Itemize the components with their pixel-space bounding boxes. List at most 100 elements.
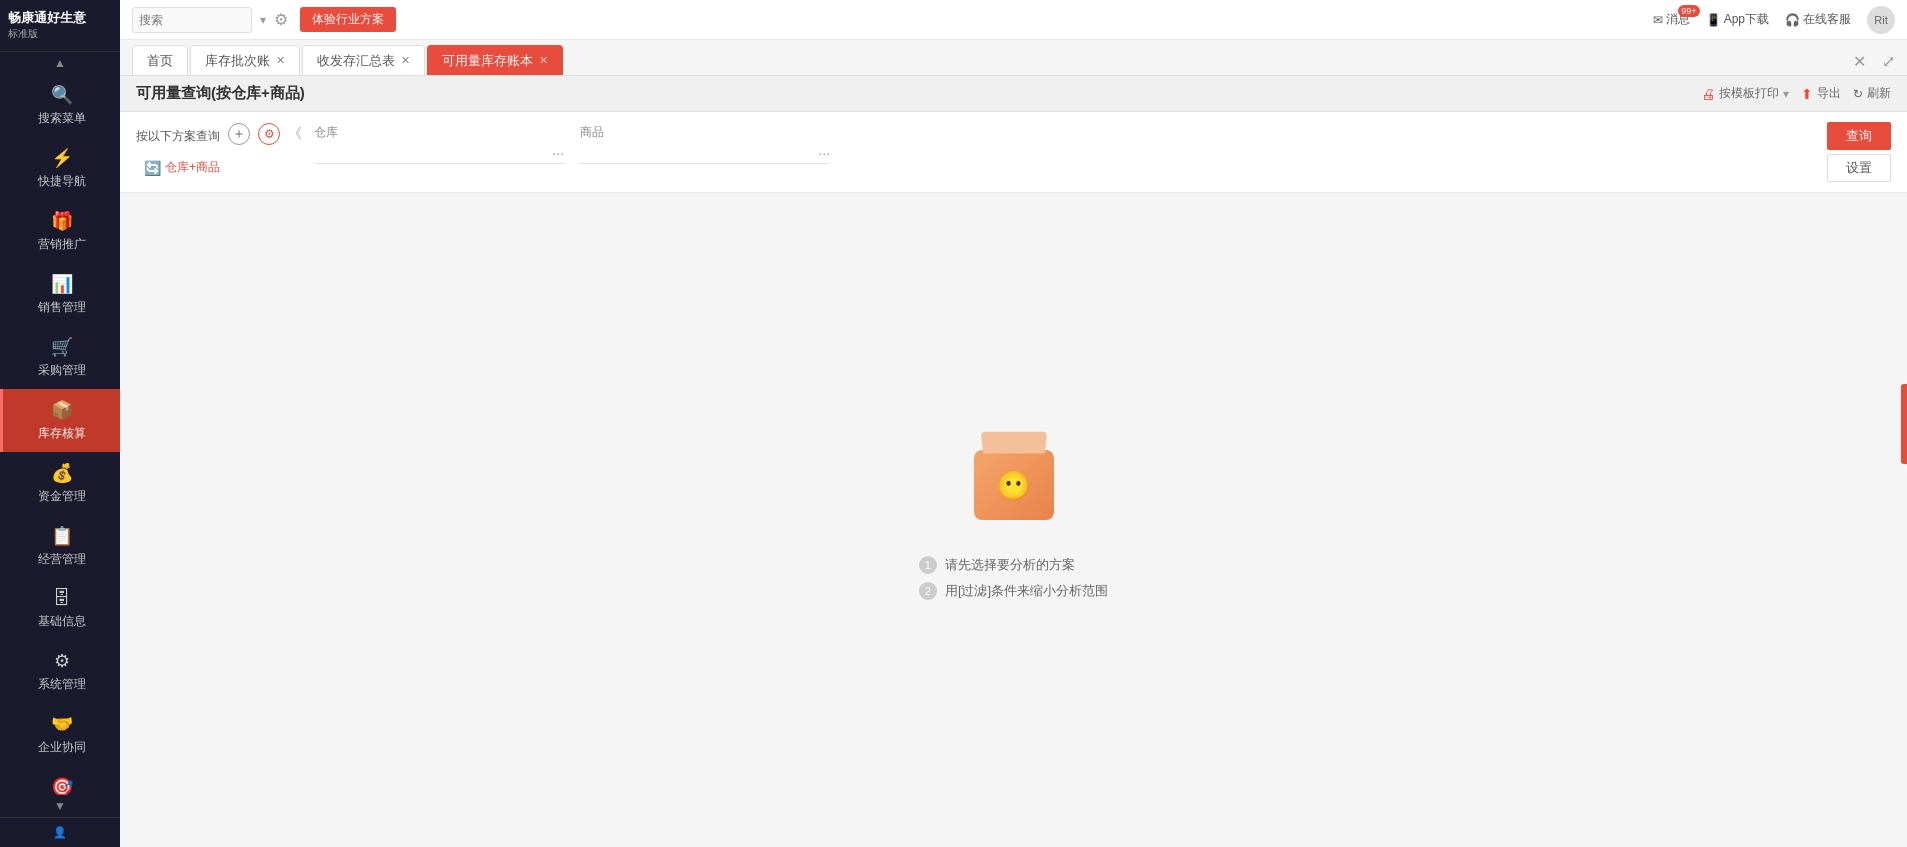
page-content: 可用量查询(按仓库+商品) 🖨 按模板打印 ▾ ⬆ 导出 ↻ 刷新 [120,76,1907,847]
hint-num-1: 1 [919,556,937,574]
tab-label-summary: 收发存汇总表 [317,52,395,70]
warehouse-input[interactable] [314,146,552,160]
tab-summary[interactable]: 收发存汇总表 ✕ [302,45,425,75]
sidebar-label-purchase: 采购管理 [38,362,86,379]
sidebar-item-finance[interactable]: 💰 资金管理 [0,452,120,515]
sidebar-icon-marketing: 🎁 [51,210,73,232]
template-print-label: 按模板打印 [1719,85,1779,102]
page-title: 可用量查询(按仓库+商品) [136,84,305,103]
tab-label-batch-account: 库存批次账 [205,52,270,70]
sidebar: 畅康通好生意 标准版 ▲ 🔍 搜索菜单 ⚡ 快捷导航 🎁 营销推广 📊 销售管理… [0,0,120,847]
empty-illustration: 😶 [964,440,1064,540]
sidebar-label-enterprise: 企业协同 [38,739,86,756]
template-print-btn[interactable]: 🖨 按模板打印 ▾ [1701,85,1789,102]
app-edition: 标准版 [8,27,112,41]
message-btn[interactable]: ✉ 消息 99+ [1653,11,1690,28]
sidebar-item-operations[interactable]: 📋 经营管理 [0,515,120,578]
empty-hint-2: 2 用[过滤]条件来缩小分析范围 [919,582,1108,600]
warehouse-dots-icon[interactable]: ··· [552,145,564,161]
tab-close-all-btn[interactable]: ✕ [1853,52,1866,71]
tab-label-home: 首页 [147,52,173,70]
sidebar-icon-basic: 🗄 [53,588,71,609]
tabbar-right: ✕ ⤢ [1853,52,1895,75]
filter-add-btn[interactable]: ＋ [228,123,250,145]
goods-input[interactable] [580,146,818,160]
tab-label-available-ledger: 可用量库存账本 [442,52,533,70]
scheme-icon: 🔄 [144,160,161,176]
print-arrow-icon: ▾ [1783,87,1789,101]
sidebar-scroll-up[interactable]: ▲ [0,52,120,74]
empty-box: 😶 [974,450,1054,520]
user-avatar[interactable]: Rit [1867,6,1895,34]
sidebar-label-inventory: 库存核算 [38,425,86,442]
export-icon: ⬆ [1801,86,1813,102]
hint-text-2: 用[过滤]条件来缩小分析范围 [945,582,1108,600]
goods-field-label: 商品 [580,124,830,141]
app-download-btn[interactable]: 📱 App下载 [1706,11,1769,28]
filter-schemes: 🔄 仓库+商品 [136,153,302,180]
app-name: 畅康通好生意 [8,10,112,27]
filter-collapse-icon[interactable]: 《 [288,125,302,143]
tab-close-summary[interactable]: ✕ [401,54,410,67]
scheme-warehouse-goods[interactable]: 🔄 仓库+商品 [136,155,228,180]
warehouse-input-wrap: ··· [314,145,564,164]
page-header: 可用量查询(按仓库+商品) 🖨 按模板打印 ▾ ⬆ 导出 ↻ 刷新 [120,76,1907,112]
export-btn[interactable]: ⬆ 导出 [1801,85,1841,102]
sidebar-scroll-down[interactable]: ▼ [0,795,120,817]
sidebar-label-finance: 资金管理 [38,488,86,505]
sidebar-label-operations: 经营管理 [38,551,86,568]
sidebar-item-guide[interactable]: 🎯 新手引导 [0,766,120,795]
filter-fields: 仓库 ··· 商品 ··· [314,122,1815,164]
refresh-btn[interactable]: ↻ 刷新 [1853,85,1891,102]
empty-hints: 1 请先选择要分析的方案 2 用[过滤]条件来缩小分析范围 [919,556,1108,600]
sidebar-item-sales[interactable]: 📊 销售管理 [0,263,120,326]
sidebar-icon-inventory: 📦 [51,399,73,421]
sidebar-label-search: 搜索菜单 [38,110,86,127]
app-logo: 畅康通好生意 标准版 [0,0,120,52]
online-service-label: 在线客服 [1803,11,1851,28]
sidebar-bottom-icon: 👤 [53,826,67,839]
sidebar-item-inventory[interactable]: 📦 库存核算 [0,389,120,452]
sidebar-bottom[interactable]: 👤 [0,817,120,847]
online-service-btn[interactable]: 🎧 在线客服 [1785,11,1851,28]
sidebar-item-basic[interactable]: 🗄 基础信息 [0,578,120,640]
app-download-icon: 📱 [1706,13,1721,27]
topbar-arrow-icon[interactable]: ▾ [260,13,266,27]
sidebar-item-enterprise[interactable]: 🤝 企业协同 [0,703,120,766]
tab-available-ledger[interactable]: 可用量库存账本 ✕ [427,45,563,75]
tab-batch-account[interactable]: 库存批次账 ✕ [190,45,300,75]
query-btn[interactable]: 查询 [1827,122,1891,150]
sidebar-item-purchase[interactable]: 🛒 采购管理 [0,326,120,389]
sidebar-icon-finance: 💰 [51,462,73,484]
tab-expand-btn[interactable]: ⤢ [1882,52,1895,71]
sidebar-label-sales: 销售管理 [38,299,86,316]
settings-btn[interactable]: 设置 [1827,154,1891,182]
sidebar-item-search[interactable]: 🔍 搜索菜单 [0,74,120,137]
tab-close-batch-account[interactable]: ✕ [276,54,285,67]
empty-state: 😶 1 请先选择要分析的方案 2 用[过滤]条件来缩小分析范围 [120,193,1907,847]
sidebar-item-quick-nav[interactable]: ⚡ 快捷导航 [0,137,120,200]
sidebar-label-marketing: 营销推广 [38,236,86,253]
sidebar-icon-operations: 📋 [51,525,73,547]
topbar-gear-icon[interactable]: ⚙ [274,10,288,29]
right-edge-indicator [1901,384,1907,464]
industry-btn[interactable]: 体验行业方案 [300,7,396,32]
topbar-search-input[interactable] [132,7,252,33]
sidebar-item-system[interactable]: ⚙ 系统管理 [0,640,120,703]
filter-area: 按以下方案查询 ＋ ⚙ 《 🔄 仓库+商品 仓库 · [120,112,1907,193]
sidebar-item-marketing[interactable]: 🎁 营销推广 [0,200,120,263]
tab-home[interactable]: 首页 [132,45,188,75]
goods-input-wrap: ··· [580,145,830,164]
warehouse-field: 仓库 ··· [314,124,564,164]
main-area: ▾ ⚙ 体验行业方案 ✉ 消息 99+ 📱 App下载 🎧 在线客服 Rit 首… [120,0,1907,847]
tab-close-available-ledger[interactable]: ✕ [539,54,548,67]
sidebar-label-basic: 基础信息 [38,613,86,630]
empty-hint-1: 1 请先选择要分析的方案 [919,556,1108,574]
goods-dots-icon[interactable]: ··· [818,145,830,161]
sidebar-icon-system: ⚙ [54,650,70,672]
sidebar-icon-enterprise: 🤝 [51,713,73,735]
sidebar-nav: 🔍 搜索菜单 ⚡ 快捷导航 🎁 营销推广 📊 销售管理 🛒 采购管理 📦 库存核… [0,74,120,795]
message-badge: 99+ [1678,5,1699,17]
filter-settings-btn[interactable]: ⚙ [258,123,280,145]
sidebar-icon-search: 🔍 [51,84,73,106]
